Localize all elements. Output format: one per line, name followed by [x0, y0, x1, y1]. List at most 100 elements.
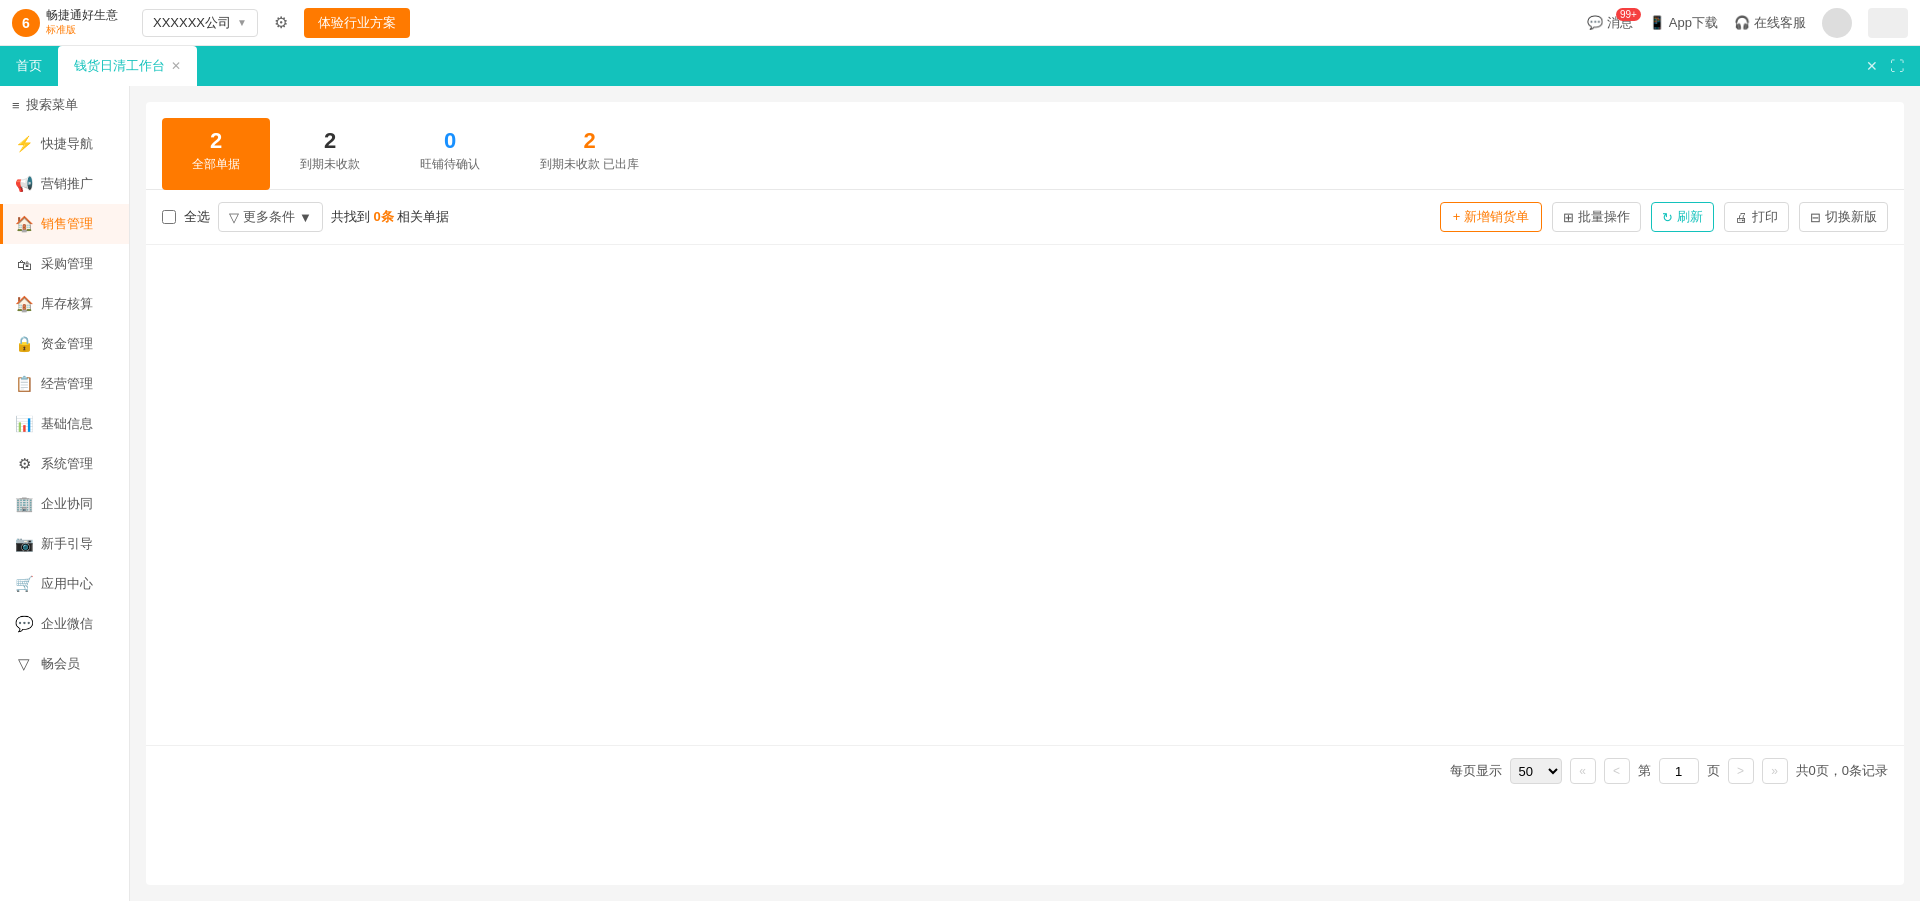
tab-close-icon[interactable]: ✕ — [171, 59, 181, 73]
member-icon: ▽ — [15, 655, 33, 673]
inventory-icon: 🏠 — [15, 295, 33, 313]
stat-shipped-label: 到期未收款 已出库 — [540, 156, 639, 173]
sidebar-item-label: 销售管理 — [41, 215, 93, 233]
batch-icon: ⊞ — [1563, 210, 1574, 225]
toolbar: 全选 ▽ 更多条件 ▼ 共找到 0条 相关单据 + 新增销货单 ⊞ 批量操作 — [146, 190, 1904, 245]
app-download-button[interactable]: 📱 App下载 — [1649, 14, 1718, 32]
select-all-checkbox[interactable] — [162, 210, 176, 224]
toolbar-left: 全选 ▽ 更多条件 ▼ 共找到 0条 相关单据 — [162, 202, 1432, 232]
sidebar-item-quick-nav[interactable]: ⚡ 快捷导航 — [0, 124, 129, 164]
batch-label: 批量操作 — [1578, 208, 1630, 226]
sidebar-item-label: 应用中心 — [41, 575, 93, 593]
message-button[interactable]: 💬 消息 99+ — [1587, 14, 1633, 32]
settings-button[interactable]: ⚙ — [266, 8, 296, 38]
sidebar-item-inventory[interactable]: 🏠 库存核算 — [0, 284, 129, 324]
print-label: 打印 — [1752, 208, 1778, 226]
quick-nav-icon: ⚡ — [15, 135, 33, 153]
filter-dropdown-icon: ▼ — [299, 210, 312, 225]
newbie-icon: 📷 — [15, 535, 33, 553]
pagination: 每页显示 50 10 20 100 « < 第 页 > » 共0页，0条记录 — [146, 745, 1904, 796]
service-icon: 🎧 — [1734, 15, 1750, 30]
tab-expand-icon[interactable]: ⛶ — [1884, 54, 1910, 78]
switch-version-button[interactable]: ⊟ 切换新版 — [1799, 202, 1888, 232]
sidebar-item-label: 畅会员 — [41, 655, 80, 673]
search-menu-item[interactable]: ≡ 搜索菜单 — [0, 86, 129, 124]
tab-workspace[interactable]: 钱货日清工作台 ✕ — [58, 46, 197, 86]
found-text: 共找到 0条 相关单据 — [331, 208, 449, 226]
print-button[interactable]: 🖨 打印 — [1724, 202, 1789, 232]
refresh-label: 刷新 — [1677, 208, 1703, 226]
sidebar-item-sales[interactable]: 🏠 销售管理 — [0, 204, 129, 244]
stat-tab-pending[interactable]: 0 旺铺待确认 — [390, 118, 510, 190]
sidebar-item-marketing[interactable]: 📢 营销推广 — [0, 164, 129, 204]
stat-shipped-number: 2 — [584, 128, 596, 154]
filter-icon: ▽ — [229, 210, 239, 225]
sidebar-item-label: 库存核算 — [41, 295, 93, 313]
prev-page-button[interactable]: < — [1604, 758, 1630, 784]
online-service-button[interactable]: 🎧 在线客服 — [1734, 14, 1806, 32]
page-label: 第 — [1638, 762, 1651, 780]
per-page-select[interactable]: 50 10 20 100 — [1510, 758, 1562, 784]
data-table-area — [146, 245, 1904, 745]
select-all-label: 全选 — [184, 208, 210, 226]
sidebar-item-app-center[interactable]: 🛒 应用中心 — [0, 564, 129, 604]
purchase-icon: 🛍 — [15, 255, 33, 273]
tab-home[interactable]: 首页 — [0, 46, 58, 86]
stat-pending-number: 0 — [444, 128, 456, 154]
last-page-button[interactable]: » — [1762, 758, 1788, 784]
dropdown-arrow-icon: ▼ — [237, 17, 247, 28]
main-content: 2 全部单据 2 到期未收款 0 旺铺待确认 2 到期未收款 已出库 全选 — [130, 86, 1920, 901]
sidebar-item-newbie[interactable]: 📷 新手引导 — [0, 524, 129, 564]
sidebar-item-operations[interactable]: 📋 经营管理 — [0, 364, 129, 404]
company-name: XXXXXX公司 — [153, 14, 231, 32]
first-page-button[interactable]: « — [1570, 758, 1596, 784]
add-sales-order-button[interactable]: + 新增销货单 — [1440, 202, 1542, 232]
company-selector[interactable]: XXXXXX公司 ▼ — [142, 9, 258, 37]
online-service-label: 在线客服 — [1754, 14, 1806, 32]
sidebar-item-label: 基础信息 — [41, 415, 93, 433]
sidebar-item-finance[interactable]: 🔒 资金管理 — [0, 324, 129, 364]
system-icon: ⚙ — [15, 455, 33, 473]
found-count: 0条 — [374, 209, 394, 224]
search-menu-label: 搜索菜单 — [26, 96, 78, 114]
sidebar-item-weixin[interactable]: 💬 企业微信 — [0, 604, 129, 644]
avatar[interactable] — [1822, 8, 1852, 38]
tab-close-all-icon[interactable]: ✕ — [1860, 54, 1884, 78]
stat-tab-overdue[interactable]: 2 到期未收款 — [270, 118, 390, 190]
stat-tab-shipped[interactable]: 2 到期未收款 已出库 — [510, 118, 669, 190]
found-suffix: 相关单据 — [397, 209, 449, 224]
logo-icon: 6 — [12, 9, 40, 37]
tab-home-label: 首页 — [16, 57, 42, 75]
more-filters-button[interactable]: ▽ 更多条件 ▼ — [218, 202, 323, 232]
stat-tab-all[interactable]: 2 全部单据 — [162, 118, 270, 190]
toolbar-right: + 新增销货单 ⊞ 批量操作 ↻ 刷新 🖨 打印 ⊟ 切换新版 — [1440, 202, 1888, 232]
sidebar-item-label: 经营管理 — [41, 375, 93, 393]
message-icon: 💬 — [1587, 15, 1603, 30]
sidebar: ≡ 搜索菜单 ⚡ 快捷导航 📢 营销推广 🏠 销售管理 🛍 采购管理 🏠 库存核… — [0, 86, 130, 901]
tab-bar-actions: ✕ ⛶ — [1860, 54, 1920, 78]
sidebar-item-label: 快捷导航 — [41, 135, 93, 153]
next-page-button[interactable]: > — [1728, 758, 1754, 784]
per-page-label: 每页显示 — [1450, 762, 1502, 780]
search-icon: ≡ — [12, 98, 20, 113]
refresh-button[interactable]: ↻ 刷新 — [1651, 202, 1714, 232]
sidebar-item-system[interactable]: ⚙ 系统管理 — [0, 444, 129, 484]
sidebar-item-label: 营销推广 — [41, 175, 93, 193]
sidebar-item-basic-info[interactable]: 📊 基础信息 — [0, 404, 129, 444]
experience-button[interactable]: 体验行业方案 — [304, 8, 410, 38]
batch-operation-button[interactable]: ⊞ 批量操作 — [1552, 202, 1641, 232]
content-card: 2 全部单据 2 到期未收款 0 旺铺待确认 2 到期未收款 已出库 全选 — [146, 102, 1904, 885]
tab-workspace-label: 钱货日清工作台 — [74, 57, 165, 75]
sidebar-item-enterprise[interactable]: 🏢 企业协同 — [0, 484, 129, 524]
basic-info-icon: 📊 — [15, 415, 33, 433]
page-input[interactable] — [1659, 758, 1699, 784]
refresh-icon: ↻ — [1662, 210, 1673, 225]
stat-all-number: 2 — [210, 128, 222, 154]
sidebar-item-label: 新手引导 — [41, 535, 93, 553]
tab-bar: 首页 钱货日清工作台 ✕ ✕ ⛶ — [0, 46, 1920, 86]
sidebar-item-member[interactable]: ▽ 畅会员 — [0, 644, 129, 684]
avatar-extra[interactable] — [1868, 8, 1908, 38]
finance-icon: 🔒 — [15, 335, 33, 353]
sidebar-item-purchase[interactable]: 🛍 采购管理 — [0, 244, 129, 284]
sales-icon: 🏠 — [15, 215, 33, 233]
